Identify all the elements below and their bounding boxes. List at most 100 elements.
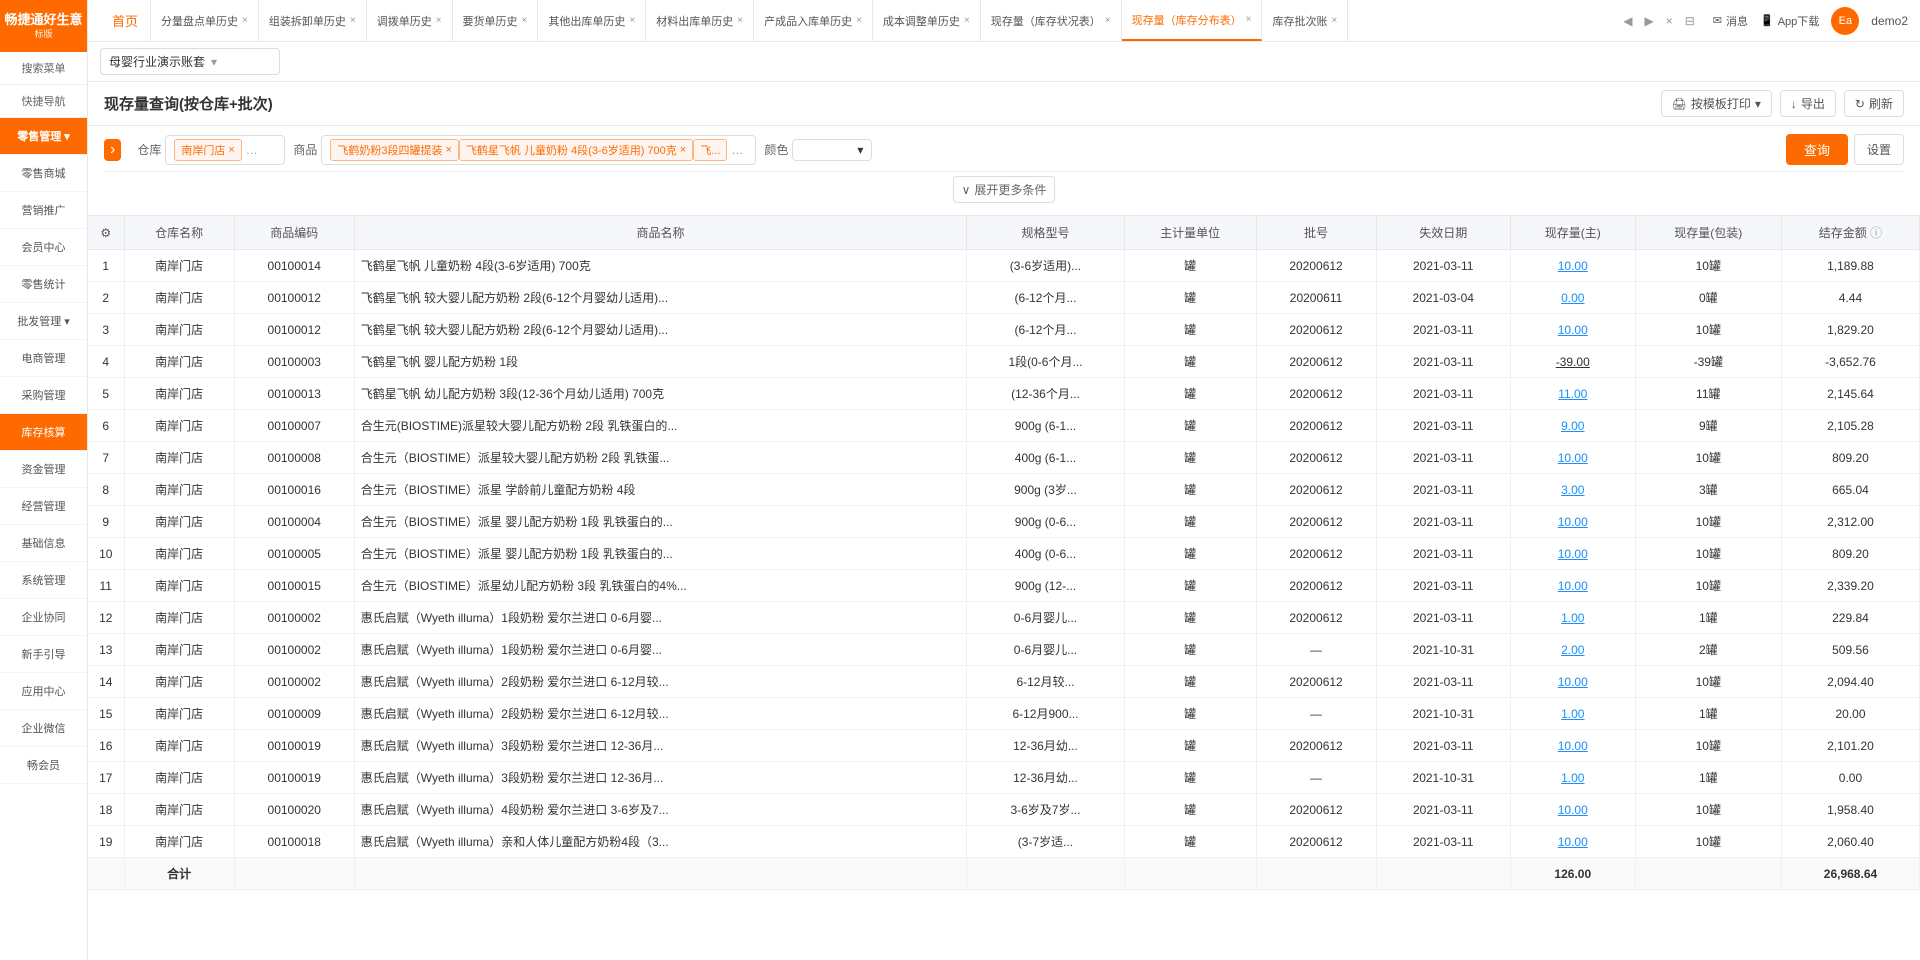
- color-dropdown[interactable]: ▾: [792, 139, 872, 161]
- tab-close-inv-dist[interactable]: ×: [1246, 14, 1252, 25]
- sidebar-item-ecommerce[interactable]: 电商管理: [0, 340, 87, 377]
- cell-warehouse: 南岸门店: [124, 538, 234, 570]
- tab-close-batch[interactable]: ×: [1331, 15, 1337, 26]
- sidebar-item-guide[interactable]: 新手引导: [0, 636, 87, 673]
- sidebar-item-appcenter[interactable]: 应用中心: [0, 673, 87, 710]
- tab-diaob[interactable]: 调拨单历史×: [367, 0, 453, 41]
- product-tag-2-close[interactable]: ×: [680, 144, 686, 156]
- warehouse-more[interactable]: …: [242, 143, 262, 157]
- cell-qty-main[interactable]: 10.00: [1510, 506, 1635, 538]
- cell-qty-main[interactable]: 10.00: [1510, 826, 1635, 858]
- cell-expire: 2021-03-11: [1376, 506, 1510, 538]
- tab-other-out[interactable]: 其他出库单历史×: [538, 0, 646, 41]
- tab-close-material-out[interactable]: ×: [737, 15, 743, 26]
- settings-button[interactable]: 设置: [1854, 134, 1904, 165]
- sidebar-item-operations[interactable]: 经营管理: [0, 488, 87, 525]
- warehouse-tag-close[interactable]: ×: [228, 144, 234, 156]
- cell-qty-main[interactable]: 1.00: [1510, 762, 1635, 794]
- account-dropdown[interactable]: 母婴行业演示账套 ▾: [100, 48, 280, 75]
- sidebar-item-purchase[interactable]: 采购管理: [0, 377, 87, 414]
- cell-qty-main[interactable]: 10.00: [1510, 794, 1635, 826]
- sidebar-item-basic[interactable]: 基础信息: [0, 525, 87, 562]
- tab-yaohuo[interactable]: 要货单历史×: [453, 0, 539, 41]
- cell-qty-main[interactable]: 10.00: [1510, 570, 1635, 602]
- cell-qty-main[interactable]: 1.00: [1510, 602, 1635, 634]
- tab-next-btn[interactable]: ▶: [1638, 0, 1659, 41]
- cell-qty-main[interactable]: 10.00: [1510, 538, 1635, 570]
- cell-qty-main[interactable]: 10.00: [1510, 250, 1635, 282]
- cell-qty-main[interactable]: 10.00: [1510, 314, 1635, 346]
- sidebar-item-wholesale[interactable]: 批发管理 ▾: [0, 303, 87, 340]
- sidebar-item-inventory[interactable]: 库存核算: [0, 414, 87, 451]
- msg-button[interactable]: ✉ 消息: [1713, 13, 1748, 29]
- app-download-button[interactable]: 📱 App下载: [1760, 13, 1819, 29]
- user-name[interactable]: demo2: [1871, 14, 1908, 28]
- export-button[interactable]: ↓ 导出: [1780, 90, 1836, 117]
- tab-more-btn[interactable]: ⊟: [1679, 0, 1701, 41]
- sidebar-search[interactable]: 搜索菜单: [0, 52, 87, 85]
- warehouse-tag[interactable]: 南岸门店 ×: [174, 139, 241, 161]
- total-c2: [234, 858, 354, 890]
- tab-close-fenliang[interactable]: ×: [242, 15, 248, 26]
- cell-qty-main[interactable]: 9.00: [1510, 410, 1635, 442]
- tab-close-yaohuo[interactable]: ×: [522, 15, 528, 26]
- sidebar-item-wechat[interactable]: 企业微信: [0, 710, 87, 747]
- cell-qty-main[interactable]: 0.00: [1510, 282, 1635, 314]
- amount-info-icon[interactable]: ⓘ: [1870, 226, 1882, 240]
- tab-zuhe[interactable]: 组装拆卸单历史×: [259, 0, 367, 41]
- sidebar-item-enterprise[interactable]: 企业协同: [0, 599, 87, 636]
- cell-qty-main[interactable]: 10.00: [1510, 666, 1635, 698]
- sidebar-item-retail-mgmt[interactable]: 零售管理 ▾: [0, 118, 87, 155]
- color-label: 颜色: [764, 141, 788, 158]
- tab-close-diaob[interactable]: ×: [436, 15, 442, 26]
- product-tag-more[interactable]: 飞...: [693, 139, 727, 161]
- user-avatar[interactable]: Ea: [1831, 7, 1859, 35]
- sidebar-item-retail-shop[interactable]: 零售商城: [0, 155, 87, 192]
- tab-close-all-btn[interactable]: ×: [1660, 0, 1679, 41]
- sidebar-item-member2[interactable]: 畅会员: [0, 747, 87, 784]
- cell-qty-main[interactable]: 10.00: [1510, 730, 1635, 762]
- template-print-button[interactable]: 🖨 按模板打印 ▾: [1661, 90, 1772, 117]
- tab-cost-adj[interactable]: 成本调整单历史×: [873, 0, 981, 41]
- sidebar-quick-nav[interactable]: 快捷导航: [0, 85, 87, 118]
- tab-batch[interactable]: 库存批次账×: [1262, 0, 1348, 41]
- product-input[interactable]: 飞鹤奶粉3段四罐提装 × 飞鹤星飞帆 儿童奶粉 4段(3-6岁适用) 700克 …: [321, 135, 756, 165]
- col-settings[interactable]: ⚙: [88, 216, 124, 250]
- sidebar-item-finance[interactable]: 资金管理: [0, 451, 87, 488]
- cell-qty-main[interactable]: 1.00: [1510, 698, 1635, 730]
- tab-inventory-dist[interactable]: 现存量（库存分布表）×: [1122, 0, 1263, 41]
- tab-close-product-in[interactable]: ×: [856, 15, 862, 26]
- msg-label: 消息: [1726, 13, 1748, 29]
- tab-fenliang[interactable]: 分量盘点单历史×: [151, 0, 259, 41]
- tab-close-zuhe[interactable]: ×: [350, 15, 356, 26]
- cell-code: 00100009: [234, 698, 354, 730]
- sidebar-item-member[interactable]: 会员中心: [0, 229, 87, 266]
- warehouse-input[interactable]: 南岸门店 × …: [165, 135, 285, 165]
- tab-prev-btn[interactable]: ◀: [1617, 0, 1638, 41]
- cell-qty-main[interactable]: 10.00: [1510, 442, 1635, 474]
- tab-close-inv-status[interactable]: ×: [1105, 15, 1111, 26]
- cell-qty-main[interactable]: 2.00: [1510, 634, 1635, 666]
- product-tag-1-close[interactable]: ×: [445, 144, 451, 156]
- home-tab[interactable]: 首页: [100, 0, 151, 41]
- tab-material-out[interactable]: 材料出库单历史×: [646, 0, 754, 41]
- sidebar-item-retail-stats[interactable]: 零售统计: [0, 266, 87, 303]
- tab-close-other-out[interactable]: ×: [629, 15, 635, 26]
- settings-icon[interactable]: ⚙: [100, 226, 111, 240]
- product-more-dots[interactable]: …: [727, 143, 747, 157]
- tab-product-in[interactable]: 产成品入库单历史×: [754, 0, 873, 41]
- cell-qty-main[interactable]: 3.00: [1510, 474, 1635, 506]
- cell-qty-main[interactable]: 11.00: [1510, 378, 1635, 410]
- filter-expand-arrow[interactable]: ›: [104, 139, 121, 161]
- sidebar-item-system[interactable]: 系统管理: [0, 562, 87, 599]
- query-button[interactable]: 查询: [1786, 134, 1848, 165]
- cell-batch: 20200612: [1256, 666, 1376, 698]
- tab-close-cost-adj[interactable]: ×: [964, 15, 970, 26]
- tab-inventory-status[interactable]: 现存量（库存状况表）×: [981, 0, 1122, 41]
- expand-more-btn[interactable]: ∨ 展开更多条件: [953, 176, 1056, 203]
- cell-qty-main[interactable]: -39.00: [1510, 346, 1635, 378]
- sidebar-item-marketing[interactable]: 营销推广: [0, 192, 87, 229]
- refresh-button[interactable]: ↻ 刷新: [1844, 90, 1904, 117]
- product-tag-1[interactable]: 飞鹤奶粉3段四罐提装 ×: [330, 139, 459, 161]
- product-tag-2[interactable]: 飞鹤星飞帆 儿童奶粉 4段(3-6岁适用) 700克 ×: [459, 139, 693, 161]
